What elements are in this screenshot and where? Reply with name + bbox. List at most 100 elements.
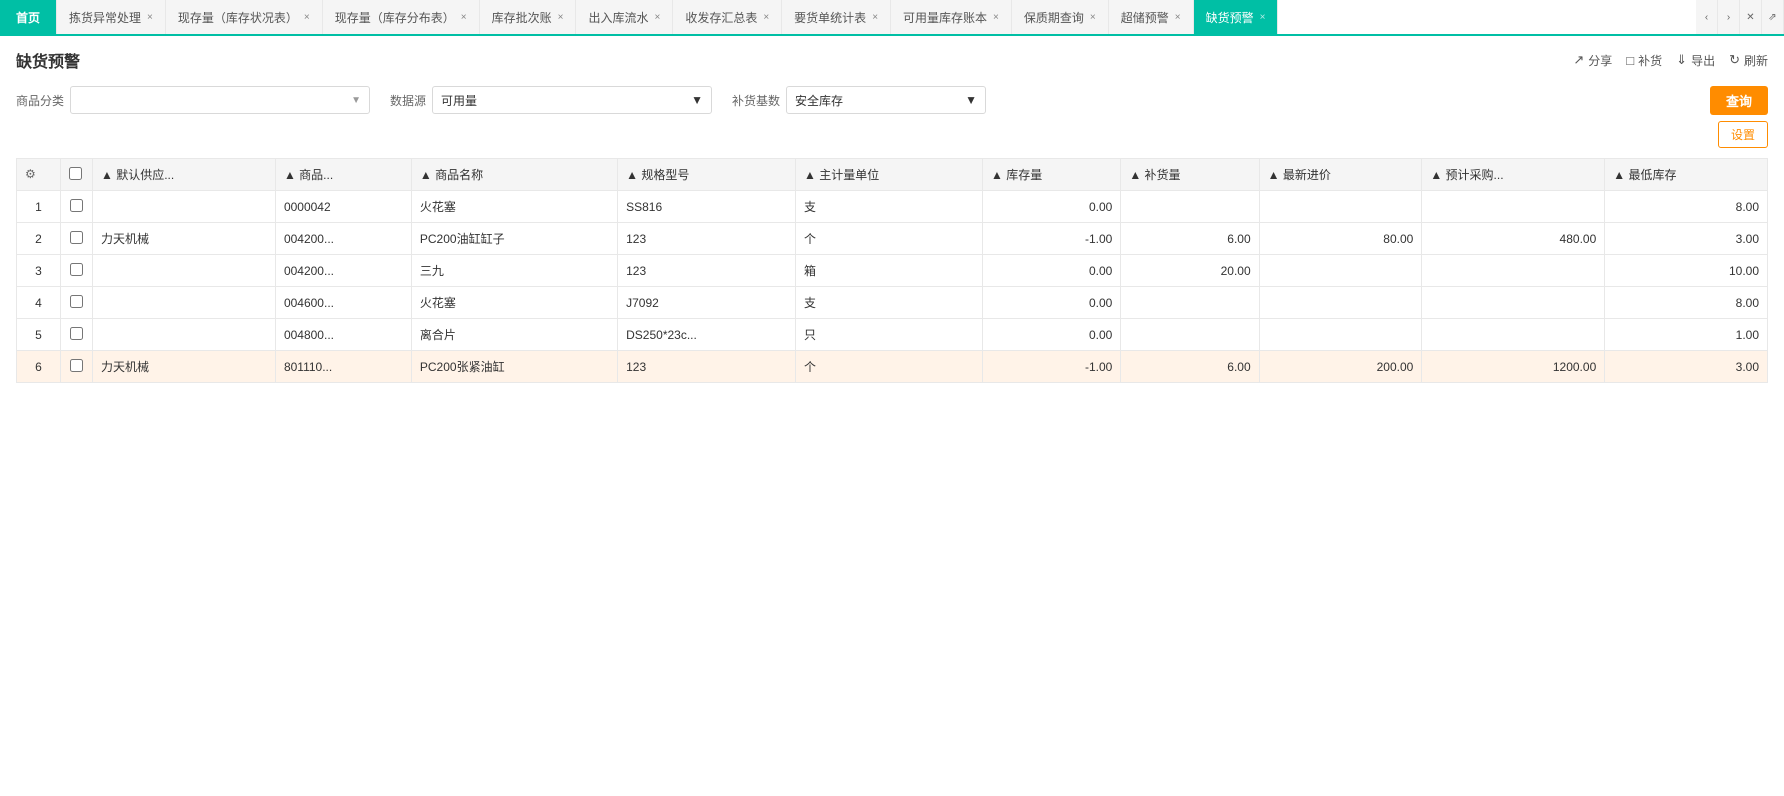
tab-recv-summary[interactable]: 收发存汇总表 × [673, 0, 782, 34]
tab-available-ledger[interactable]: 可用量库存账本× [891, 0, 1012, 34]
td-latest-price-3 [1259, 287, 1422, 319]
tab-label: 出入库流水 [588, 9, 648, 26]
td-name-4: 离合片 [411, 319, 617, 351]
settings-gear-icon[interactable]: ⚙ [25, 167, 41, 183]
td-est-purchase-5: 1200.00 [1422, 351, 1605, 383]
td-min-stock-1: 3.00 [1605, 223, 1768, 255]
tab-close-icon[interactable]: × [1260, 12, 1266, 23]
export-btn[interactable]: ⇓ 导出 [1676, 52, 1715, 69]
datasource-value: 可用量 [441, 92, 477, 109]
td-name-1: PC200油缸缸子 [411, 223, 617, 255]
td-unit-2: 箱 [796, 255, 983, 287]
category-filter-group: 商品分类 ▼ [16, 86, 370, 114]
td-row-num-3: 4 [17, 287, 61, 319]
share-btn[interactable]: ↗ 分享 [1573, 52, 1612, 69]
tab-demand-stats[interactable]: 要货单统计表× [782, 0, 891, 34]
tab-close-icon[interactable]: × [654, 12, 660, 23]
tab-inventory-status[interactable]: 现存量（库存状况表） × [166, 0, 323, 34]
td-unit-3: 支 [796, 287, 983, 319]
table-row: 1 0000042 火花塞 SS816 支 0.00 8.00 [17, 191, 1768, 223]
datasource-chevron-icon: ▼ [691, 93, 703, 107]
td-latest-price-5: 200.00 [1259, 351, 1422, 383]
tab-close-icon[interactable]: × [993, 12, 999, 23]
td-row-num-5: 6 [17, 351, 61, 383]
td-stock-1: -1.00 [983, 223, 1121, 255]
tab-label: 现存量（库存状况表） [178, 9, 298, 26]
row-checkbox-5[interactable] [70, 359, 83, 372]
tab-home[interactable]: 首页 [0, 0, 57, 34]
data-table: ⚙ ▲ 默认供应... ▲ 商品... ▲ 商品名称 ▲ 规格型号 [16, 158, 1768, 383]
tab-close-btn[interactable]: ✕ [1740, 0, 1762, 34]
td-est-purchase-2 [1422, 255, 1605, 287]
td-checkbox-3 [61, 287, 93, 319]
td-code-0: 0000042 [275, 191, 411, 223]
td-replenish-qty-4 [1121, 319, 1259, 351]
tab-label: 超储预警 [1121, 9, 1169, 26]
select-all-checkbox[interactable] [69, 167, 82, 180]
refresh-btn[interactable]: ↻ 刷新 [1729, 52, 1768, 69]
tab-close-icon[interactable]: × [558, 12, 564, 23]
filter-right: 查询 设置 [1710, 86, 1768, 148]
tab-inout-flow[interactable]: 出入库流水 × [576, 0, 673, 34]
th-default-supplier: ▲ 默认供应... [93, 159, 276, 191]
row-checkbox-0[interactable] [70, 199, 83, 212]
replenish-base-select[interactable]: 安全库存 ▼ [786, 86, 986, 114]
tab-expiry-query[interactable]: 保质期查询× [1012, 0, 1109, 34]
table-row: 3 004200... 三九 123 箱 0.00 20.00 10.00 [17, 255, 1768, 287]
row-checkbox-1[interactable] [70, 231, 83, 244]
tab-close-icon[interactable]: × [147, 12, 153, 23]
tab-close-icon[interactable]: × [1090, 12, 1096, 23]
refresh-label: 刷新 [1744, 52, 1768, 69]
row-checkbox-4[interactable] [70, 327, 83, 340]
td-code-1: 004200... [275, 223, 411, 255]
tab-label: 收发存汇总表 [685, 9, 757, 26]
th-settings: ⚙ [17, 159, 61, 191]
share-icon: ↗ [1573, 52, 1584, 68]
datasource-select[interactable]: 可用量 ▼ [432, 86, 712, 114]
tab-next-btn[interactable]: › [1718, 0, 1740, 34]
replenish-base-chevron-icon: ▼ [965, 93, 977, 107]
td-checkbox-5 [61, 351, 93, 383]
th-default-supplier-label: ▲ 默认供应... [101, 168, 174, 182]
th-spec: ▲ 规格型号 [618, 159, 796, 191]
td-spec-4: DS250*23c... [618, 319, 796, 351]
tab-close-icon[interactable]: × [461, 12, 467, 23]
tab-close-icon[interactable]: × [763, 12, 769, 23]
tab-label: 库存批次账 [492, 9, 552, 26]
tab-home-label: 首页 [16, 9, 40, 26]
td-unit-0: 支 [796, 191, 983, 223]
row-checkbox-2[interactable] [70, 263, 83, 276]
table-header: ⚙ ▲ 默认供应... ▲ 商品... ▲ 商品名称 ▲ 规格型号 [17, 159, 1768, 191]
th-est-purchase: ▲ 预计采购... [1422, 159, 1605, 191]
settings-button[interactable]: 设置 [1718, 121, 1768, 148]
replenish-base-value: 安全库存 [795, 92, 843, 109]
th-unit-label: ▲ 主计量单位 [804, 168, 879, 182]
replenish-btn[interactable]: □ 补货 [1626, 52, 1662, 69]
category-select[interactable]: ▼ [70, 86, 370, 114]
td-row-num-0: 1 [17, 191, 61, 223]
row-checkbox-3[interactable] [70, 295, 83, 308]
query-button[interactable]: 查询 [1710, 86, 1768, 115]
tab-exception[interactable]: 拣货异常处理× [57, 0, 166, 34]
tab-batch-account[interactable]: 库存批次账 × [480, 0, 577, 34]
th-replenish-qty: ▲ 补货量 [1121, 159, 1259, 191]
tab-close-icon[interactable]: × [1175, 12, 1181, 23]
tab-shortage[interactable]: 缺货预警 × [1194, 0, 1279, 34]
tab-label: 缺货预警 [1206, 9, 1254, 26]
tab-bar: 首页 拣货异常处理×现存量（库存状况表）×现存量（库存分布表）×库存批次账×出入… [0, 0, 1784, 36]
page-title: 缺货预警 [16, 48, 80, 72]
td-code-5: 801110... [275, 351, 411, 383]
table-row: 6 力天机械 801110... PC200张紧油缸 123 个 -1.00 6… [17, 351, 1768, 383]
tab-prev-btn[interactable]: ‹ [1696, 0, 1718, 34]
header-row: ⚙ ▲ 默认供应... ▲ 商品... ▲ 商品名称 ▲ 规格型号 [17, 159, 1768, 191]
tab-expand-btn[interactable]: ⇗ [1762, 0, 1784, 34]
tab-close-icon[interactable]: × [872, 12, 878, 23]
tab-overstock[interactable]: 超储预警 × [1109, 0, 1194, 34]
tab-close-icon[interactable]: × [304, 12, 310, 23]
td-latest-price-0 [1259, 191, 1422, 223]
td-est-purchase-0 [1422, 191, 1605, 223]
td-replenish-qty-0 [1121, 191, 1259, 223]
th-checkbox [61, 159, 93, 191]
td-stock-5: -1.00 [983, 351, 1121, 383]
tab-inventory-dist[interactable]: 现存量（库存分布表）× [323, 0, 480, 34]
